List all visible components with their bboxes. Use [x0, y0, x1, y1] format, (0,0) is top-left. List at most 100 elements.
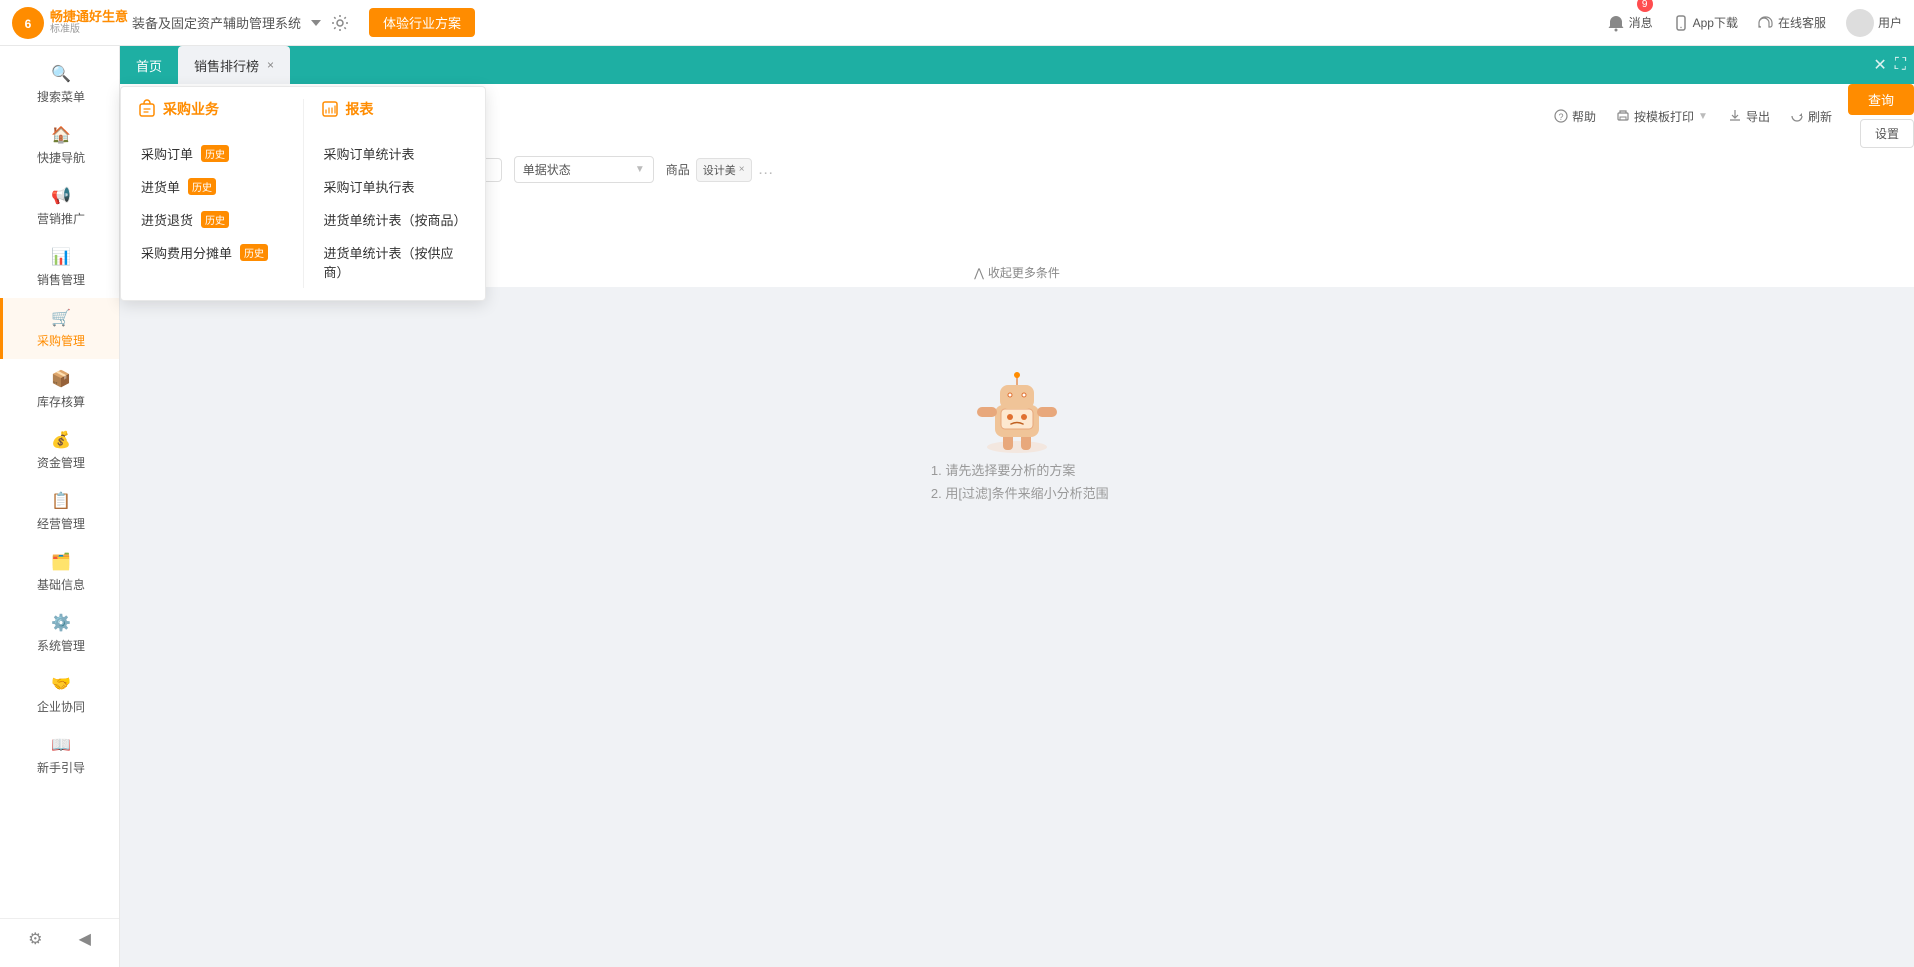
- guide-icon: 📖: [51, 735, 71, 755]
- sidebar-item-cooperation-label: 企业协同: [37, 698, 85, 715]
- purchase-col-icon: [137, 99, 157, 119]
- tab-home[interactable]: 首页: [120, 46, 178, 84]
- sidebar-item-guide[interactable]: 📖 新手引导: [0, 725, 119, 786]
- sidebar-settings-icon[interactable]: ⚙: [28, 929, 42, 949]
- logo-icon: 6: [12, 7, 44, 39]
- finance-icon: 💰: [51, 430, 71, 450]
- menu-item-report-purchase-order-stats[interactable]: 采购订单统计表: [320, 137, 470, 170]
- menu-item-purchase-expense[interactable]: 采购费用分摊单 历史: [137, 236, 287, 269]
- top-header: 6 畅捷通好生意 标准版 装备及固定资产辅助管理系统 体验行业方案 消息 9: [0, 0, 1914, 46]
- tab-close-all-icon[interactable]: ✕: [1873, 55, 1886, 75]
- sidebar-item-operations[interactable]: 📋 经营管理: [0, 481, 119, 542]
- print-btn[interactable]: 按模板打印 ▼: [1612, 84, 1712, 148]
- sales-icon: 📊: [51, 247, 71, 267]
- svg-text:6: 6: [25, 17, 32, 31]
- app-download-label: App下载: [1693, 14, 1738, 31]
- product-filter-more-icon[interactable]: …: [758, 161, 775, 179]
- system-dropdown-arrow-icon[interactable]: [309, 16, 323, 30]
- sidebar: 🔍 搜索菜单 🏠 快捷导航 📢 营销推广 📊 销售管理 🛒 采购管理 📦 库存核…: [0, 46, 120, 967]
- report-col: 报表 采购订单统计表 采购订单执行表 进货单统计表（按商品） 进货单统计表（按供…: [303, 99, 486, 288]
- sidebar-item-quick-nav[interactable]: 🏠 快捷导航: [0, 115, 119, 176]
- logo-area: 6 畅捷通好生意 标准版: [12, 7, 132, 39]
- sidebar-item-purchase[interactable]: 🛒 采购管理: [0, 298, 119, 359]
- report-col-header: 报表: [320, 99, 470, 125]
- menu-item-purchase-in[interactable]: 进货单 历史: [137, 170, 287, 203]
- user-avatar: [1846, 9, 1874, 37]
- sidebar-item-system[interactable]: ⚙️ 系统管理: [0, 603, 119, 664]
- purchase-col: 采购业务 采购订单 历史 进货单 历史 进货退货 历史 采购费用分摊单 历史: [121, 99, 303, 288]
- product-tag-value: 设计美: [703, 162, 736, 178]
- history-badge-1: 历史: [188, 178, 216, 195]
- help-icon: ?: [1554, 109, 1568, 123]
- logo-text: 畅捷通好生意 标准版: [50, 9, 128, 37]
- report-col-title: 报表: [346, 99, 374, 119]
- sidebar-item-search[interactable]: 🔍 搜索菜单: [0, 54, 119, 115]
- menu-item-report-inbound-by-supplier[interactable]: 进货单统计表（按供应商）: [320, 236, 470, 288]
- sidebar-item-guide-label: 新手引导: [37, 759, 85, 776]
- print-chevron-icon[interactable]: ▼: [1698, 111, 1708, 122]
- headset-icon: [1758, 15, 1774, 31]
- notification-item[interactable]: 消息 9: [1607, 14, 1653, 32]
- collapse-up-icon: ⋀: [974, 266, 984, 280]
- voucher-status-label: 单据状态: [523, 161, 571, 178]
- tab-bar: 首页 销售排行榜 × ✕ ⛶: [120, 46, 1914, 84]
- refresh-btn[interactable]: 刷新: [1786, 84, 1836, 148]
- sidebar-item-purchase-label: 采购管理: [37, 332, 85, 349]
- export-btn[interactable]: 导出: [1724, 84, 1774, 148]
- help-btn[interactable]: ? 帮助: [1550, 84, 1600, 148]
- history-badge-0: 历史: [201, 145, 229, 162]
- system-name-label: 装备及固定资产辅助管理系统: [132, 13, 301, 32]
- voucher-status-filter[interactable]: 单据状态 ▼: [514, 156, 654, 183]
- menu-item-report-purchase-order-exec[interactable]: 采购订单执行表: [320, 170, 470, 203]
- menu-item-purchase-order[interactable]: 采购订单 历史: [137, 137, 287, 170]
- app-download-item[interactable]: App下载: [1673, 14, 1738, 31]
- system-name-area: 装备及固定资产辅助管理系统 体验行业方案: [132, 8, 1607, 37]
- sidebar-item-quick-nav-label: 快捷导航: [37, 149, 85, 166]
- sidebar-item-marketing[interactable]: 📢 营销推广: [0, 176, 119, 237]
- tab-expand-icon[interactable]: ⛶: [1895, 56, 1906, 74]
- sidebar-item-finance-label: 资金管理: [37, 454, 85, 471]
- sidebar-item-sales[interactable]: 📊 销售管理: [0, 237, 119, 298]
- collapse-label: 收起更多条件: [988, 264, 1060, 281]
- inventory-icon: 📦: [51, 369, 71, 389]
- sidebar-item-basic-info[interactable]: 🗂️ 基础信息: [0, 542, 119, 603]
- history-badge-3: 历史: [240, 244, 268, 261]
- report-item-0-label: 采购订单统计表: [324, 144, 415, 163]
- notification-count: 9: [1637, 0, 1653, 12]
- empty-state: 请先选择要分析的方案 用[过滤]条件来缩小分析范围: [120, 287, 1914, 586]
- purchase-col-title: 采购业务: [163, 99, 219, 119]
- sidebar-item-sales-label: 销售管理: [37, 271, 85, 288]
- home-icon: 🏠: [51, 125, 71, 145]
- tab-sales-rank[interactable]: 销售排行榜 ×: [178, 46, 290, 84]
- empty-hints: 请先选择要分析的方案 用[过滤]条件来缩小分析范围: [925, 459, 1108, 506]
- sidebar-item-operations-label: 经营管理: [37, 515, 85, 532]
- help-label: 帮助: [1572, 108, 1596, 125]
- export-icon: [1728, 109, 1742, 123]
- notification-label: 消息: [1629, 16, 1653, 30]
- tab-home-label: 首页: [136, 56, 162, 75]
- user-item[interactable]: 用户: [1846, 9, 1902, 37]
- menu-item-purchase-return[interactable]: 进货退货 历史: [137, 203, 287, 236]
- query-button[interactable]: 查询: [1848, 84, 1914, 115]
- sidebar-item-system-label: 系统管理: [37, 637, 85, 654]
- trial-button[interactable]: 体验行业方案: [369, 8, 475, 37]
- sidebar-item-basic-info-label: 基础信息: [37, 576, 85, 593]
- report-item-3-label: 进货单统计表（按供应商）: [324, 243, 466, 281]
- purchase-col-header: 采购业务: [137, 99, 287, 125]
- sidebar-collapse-icon[interactable]: ◀: [79, 929, 91, 949]
- product-tag-remove-icon[interactable]: ×: [739, 164, 745, 175]
- tab-close-icon[interactable]: ×: [267, 58, 274, 72]
- sidebar-item-inventory[interactable]: 📦 库存核算: [0, 359, 119, 420]
- online-service-item[interactable]: 在线客服: [1758, 14, 1826, 31]
- sidebar-item-finance[interactable]: 💰 资金管理: [0, 420, 119, 481]
- voucher-status-chevron-icon: ▼: [635, 164, 645, 175]
- menu-item-report-inbound-by-product[interactable]: 进货单统计表（按商品）: [320, 203, 470, 236]
- sidebar-item-cooperation[interactable]: 🤝 企业协同: [0, 664, 119, 725]
- purchase-order-label: 采购订单: [141, 144, 193, 163]
- settings-small-button[interactable]: 设置: [1860, 119, 1914, 148]
- refresh-label: 刷新: [1808, 108, 1832, 125]
- header-right: 消息 9 App下载 在线客服 用户: [1607, 9, 1902, 37]
- purchase-in-label: 进货单: [141, 177, 180, 196]
- export-label: 导出: [1746, 108, 1770, 125]
- system-settings-icon[interactable]: [331, 14, 349, 32]
